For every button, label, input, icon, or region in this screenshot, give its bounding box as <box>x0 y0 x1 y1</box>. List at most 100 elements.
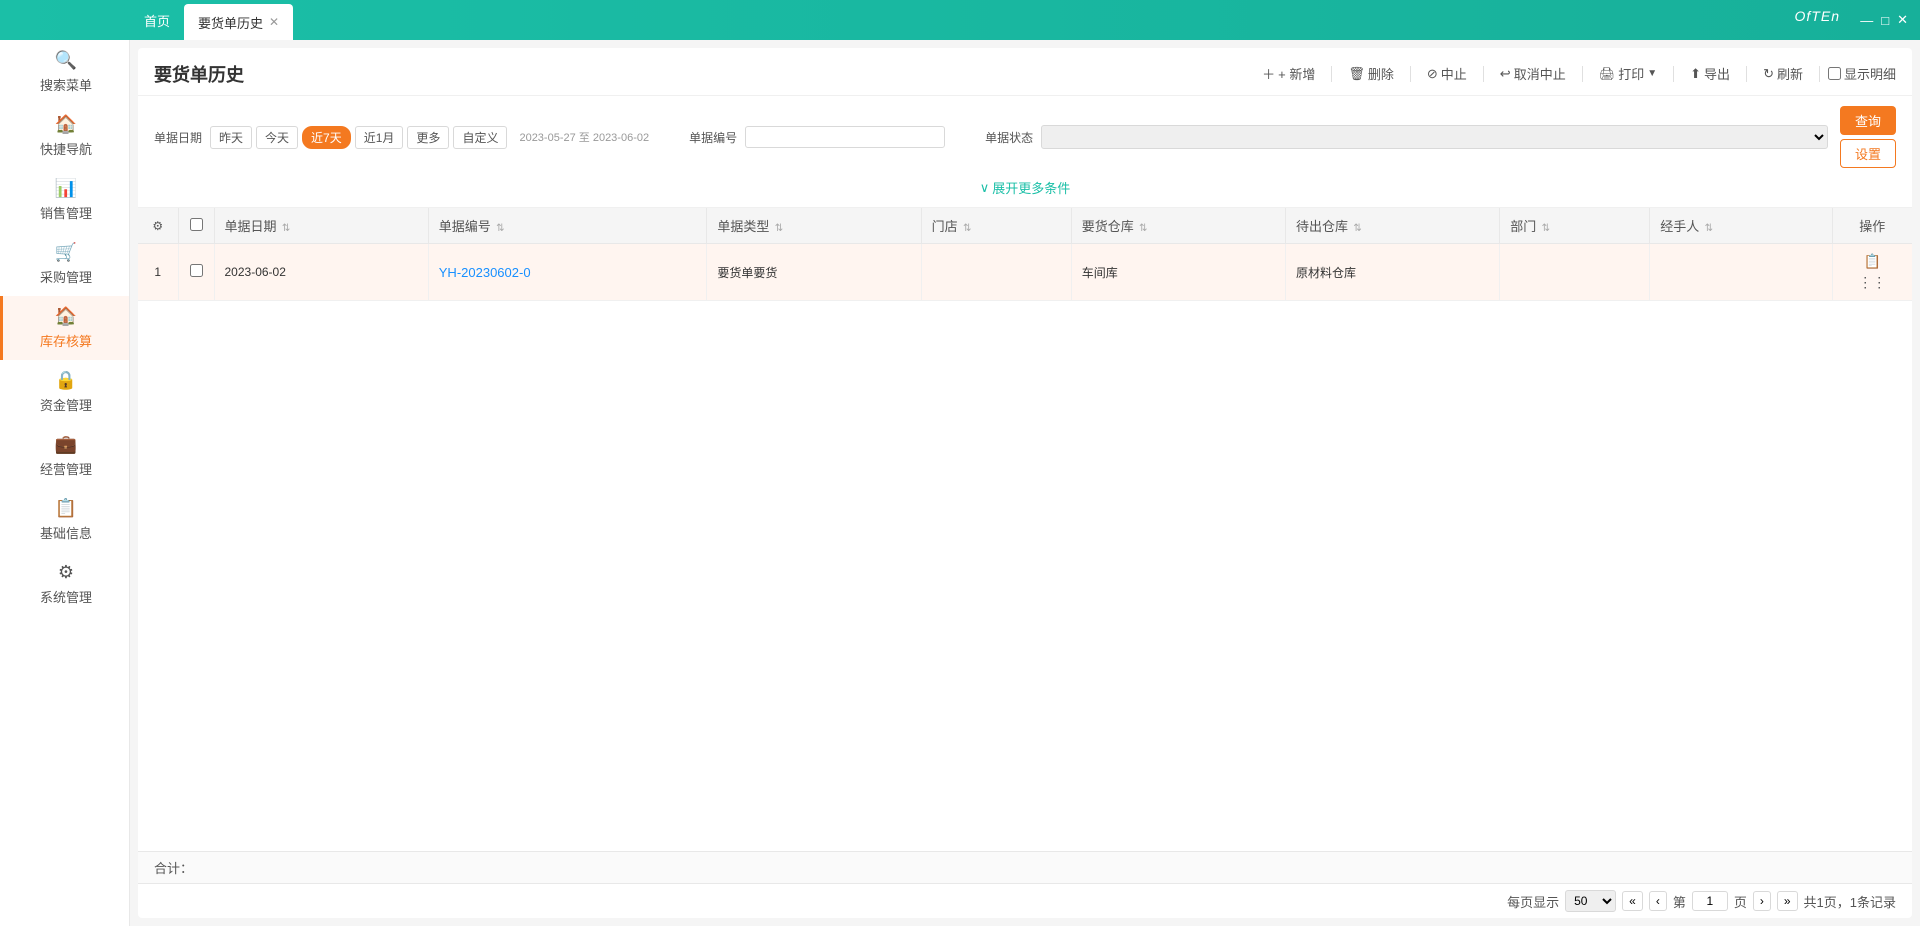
stop-button[interactable]: ⊘ 中止 <box>1419 60 1475 87</box>
th-pending-warehouse[interactable]: 待出仓库 ⇅ <box>1285 208 1499 244</box>
per-page-select[interactable]: 20 50 100 <box>1565 890 1616 912</box>
th-dept[interactable]: 部门 ⇅ <box>1500 208 1650 244</box>
table-footer: 合计： <box>138 851 1912 883</box>
date-btn-yesterday[interactable]: 昨天 <box>210 126 252 149</box>
row-checkbox[interactable] <box>190 264 203 277</box>
sidebar-item-sales-mgmt[interactable]: 📊 销售管理 <box>0 168 129 232</box>
content-area: 要货单历史 ＋ + 新增 🗑 删除 ⊘ 中止 ↩ <box>138 48 1912 918</box>
sidebar-item-label: 资金管理 <box>40 395 92 414</box>
th-bill-type[interactable]: 单据类型 ⇅ <box>707 208 921 244</box>
th-date[interactable]: 单据日期 ⇅ <box>214 208 428 244</box>
sidebar-item-ops-mgmt[interactable]: 💼 经营管理 <box>0 424 129 488</box>
page-header: 要货单历史 ＋ + 新增 🗑 删除 ⊘ 中止 ↩ <box>138 48 1912 96</box>
sidebar-item-label: 快捷导航 <box>40 139 92 158</box>
page-input[interactable]: 1 <box>1692 891 1728 911</box>
sort-icon: ⇅ <box>496 223 504 234</box>
th-req-warehouse[interactable]: 要货仓库 ⇅ <box>1071 208 1285 244</box>
sort-icon: ⇅ <box>1353 223 1361 234</box>
export-button[interactable]: ⬆ 导出 <box>1682 60 1738 87</box>
sidebar-item-basic-info[interactable]: 📋 基础信息 <box>0 488 129 552</box>
restore-icon[interactable]: □ <box>1881 13 1889 28</box>
main-layout: 🔍 搜索菜单 🏠 快捷导航 📊 销售管理 🛒 采购管理 🏠 库存核算 🔒 资金管… <box>0 40 1920 926</box>
next-page-button[interactable]: › <box>1753 891 1771 911</box>
row-check <box>178 244 214 301</box>
select-all-checkbox[interactable] <box>190 218 203 231</box>
prev-page-button[interactable]: ‹ <box>1649 891 1667 911</box>
th-settings[interactable]: ⚙ <box>138 208 178 244</box>
query-button[interactable]: 查询 <box>1840 106 1896 135</box>
sidebar-item-label: 基础信息 <box>40 523 92 542</box>
brand-logo: OfTEn <box>1795 8 1840 24</box>
window-controls: — □ ✕ <box>1860 0 1908 40</box>
ops-icon: 💼 <box>55 434 77 455</box>
row-edit-button[interactable]: 📋 <box>1860 251 1885 272</box>
sidebar-item-search-menu[interactable]: 🔍 搜索菜单 <box>0 40 129 104</box>
tab-home[interactable]: 首页 <box>130 0 184 40</box>
bill-no-input[interactable] <box>745 126 945 148</box>
status-filter: 单据状态 <box>985 125 1828 149</box>
status-select[interactable] <box>1041 125 1828 149</box>
cancel-stop-button[interactable]: ↩ 取消中止 <box>1492 60 1574 87</box>
date-range-text: 2023-05-27 至 2023-06-02 <box>519 129 649 145</box>
expand-icon: ∨ <box>980 180 990 196</box>
th-ops: 操作 <box>1832 208 1912 244</box>
top-bar: 首页 要货单历史 ✕ OfTEn — □ ✕ <box>0 0 1920 40</box>
table-wrapper: ⚙ 单据日期 ⇅ 单据编号 ⇅ 单据类型 <box>138 208 1912 851</box>
setting-button[interactable]: 设置 <box>1840 139 1896 168</box>
close-tab-icon[interactable]: ✕ <box>269 15 279 29</box>
row-more-button[interactable]: ⋮⋮ <box>1854 272 1890 293</box>
bill-no-link[interactable]: YH-20230602-0 <box>439 265 531 280</box>
inventory-icon: 🏠 <box>55 306 77 327</box>
add-button[interactable]: ＋ + 新增 <box>1254 60 1323 87</box>
minimize-icon[interactable]: — <box>1860 13 1873 28</box>
page-label: 第 <box>1673 892 1686 911</box>
date-btn-1month[interactable]: 近1月 <box>355 126 404 149</box>
date-btn-custom[interactable]: 自定义 <box>453 126 507 149</box>
date-btn-today[interactable]: 今天 <box>256 126 298 149</box>
divider <box>1483 66 1484 82</box>
date-filter-label: 单据日期 <box>154 129 202 146</box>
expand-more-button[interactable]: ∨ 展开更多条件 <box>980 178 1071 197</box>
filter-area: 单据日期 昨天 今天 近7天 近1月 更多 自定义 2023-05-27 至 2… <box>138 96 1912 208</box>
sidebar-item-quick-nav[interactable]: 🏠 快捷导航 <box>0 104 129 168</box>
tab-requisition-history[interactable]: 要货单历史 ✕ <box>184 4 293 40</box>
last-page-button[interactable]: » <box>1777 891 1798 911</box>
page-title: 要货单历史 <box>154 61 244 87</box>
refresh-icon: ↻ <box>1763 66 1774 82</box>
toolbar: ＋ + 新增 🗑 删除 ⊘ 中止 ↩ 取消中止 <box>1254 60 1896 87</box>
row-bill-no: YH-20230602-0 <box>428 244 707 301</box>
date-btn-more[interactable]: 更多 <box>407 126 449 149</box>
divider <box>1331 66 1332 82</box>
filter-row: 单据日期 昨天 今天 近7天 近1月 更多 自定义 2023-05-27 至 2… <box>154 106 1896 168</box>
total-text: 共1页，1条记录 <box>1804 892 1896 911</box>
print-button[interactable]: 🖨 打印 ▼ <box>1591 60 1665 87</box>
th-check <box>178 208 214 244</box>
display-detail-label[interactable]: 显示明细 <box>1828 64 1896 83</box>
close-window-icon[interactable]: ✕ <box>1897 12 1908 28</box>
bill-no-label: 单据编号 <box>689 129 737 146</box>
date-btn-7days[interactable]: 近7天 <box>302 126 351 149</box>
th-handler[interactable]: 经手人 ⇅ <box>1650 208 1832 244</box>
sys-mgmt-icon: ⚙ <box>58 562 74 583</box>
th-store[interactable]: 门店 ⇅ <box>921 208 1071 244</box>
sidebar-item-finance-mgmt[interactable]: 🔒 资金管理 <box>0 360 129 424</box>
per-page-label: 每页显示 <box>1507 892 1559 911</box>
row-handler <box>1650 244 1832 301</box>
sidebar-item-inventory[interactable]: 🏠 库存核算 <box>0 296 129 360</box>
bill-no-filter: 单据编号 <box>689 126 945 148</box>
sales-icon: 📊 <box>55 178 77 199</box>
sort-icon: ⇅ <box>963 223 971 234</box>
sidebar-item-sys-mgmt[interactable]: ⚙ 系统管理 <box>0 552 129 616</box>
sidebar-item-purchase-mgmt[interactable]: 🛒 采购管理 <box>0 232 129 296</box>
sort-icon: ⇅ <box>1542 223 1550 234</box>
table-header-row: ⚙ 单据日期 ⇅ 单据编号 ⇅ 单据类型 <box>138 208 1912 244</box>
divider <box>1410 66 1411 82</box>
first-page-button[interactable]: « <box>1622 891 1643 911</box>
delete-button[interactable]: 🗑 删除 <box>1340 60 1402 87</box>
summary-label: 合计： <box>154 861 193 876</box>
row-ops: 📋 ⋮⋮ <box>1832 244 1912 301</box>
th-bill-no[interactable]: 单据编号 ⇅ <box>428 208 707 244</box>
display-detail-checkbox[interactable] <box>1828 67 1841 80</box>
print-dropdown-icon: ▼ <box>1647 68 1657 79</box>
refresh-button[interactable]: ↻ 刷新 <box>1755 60 1811 87</box>
